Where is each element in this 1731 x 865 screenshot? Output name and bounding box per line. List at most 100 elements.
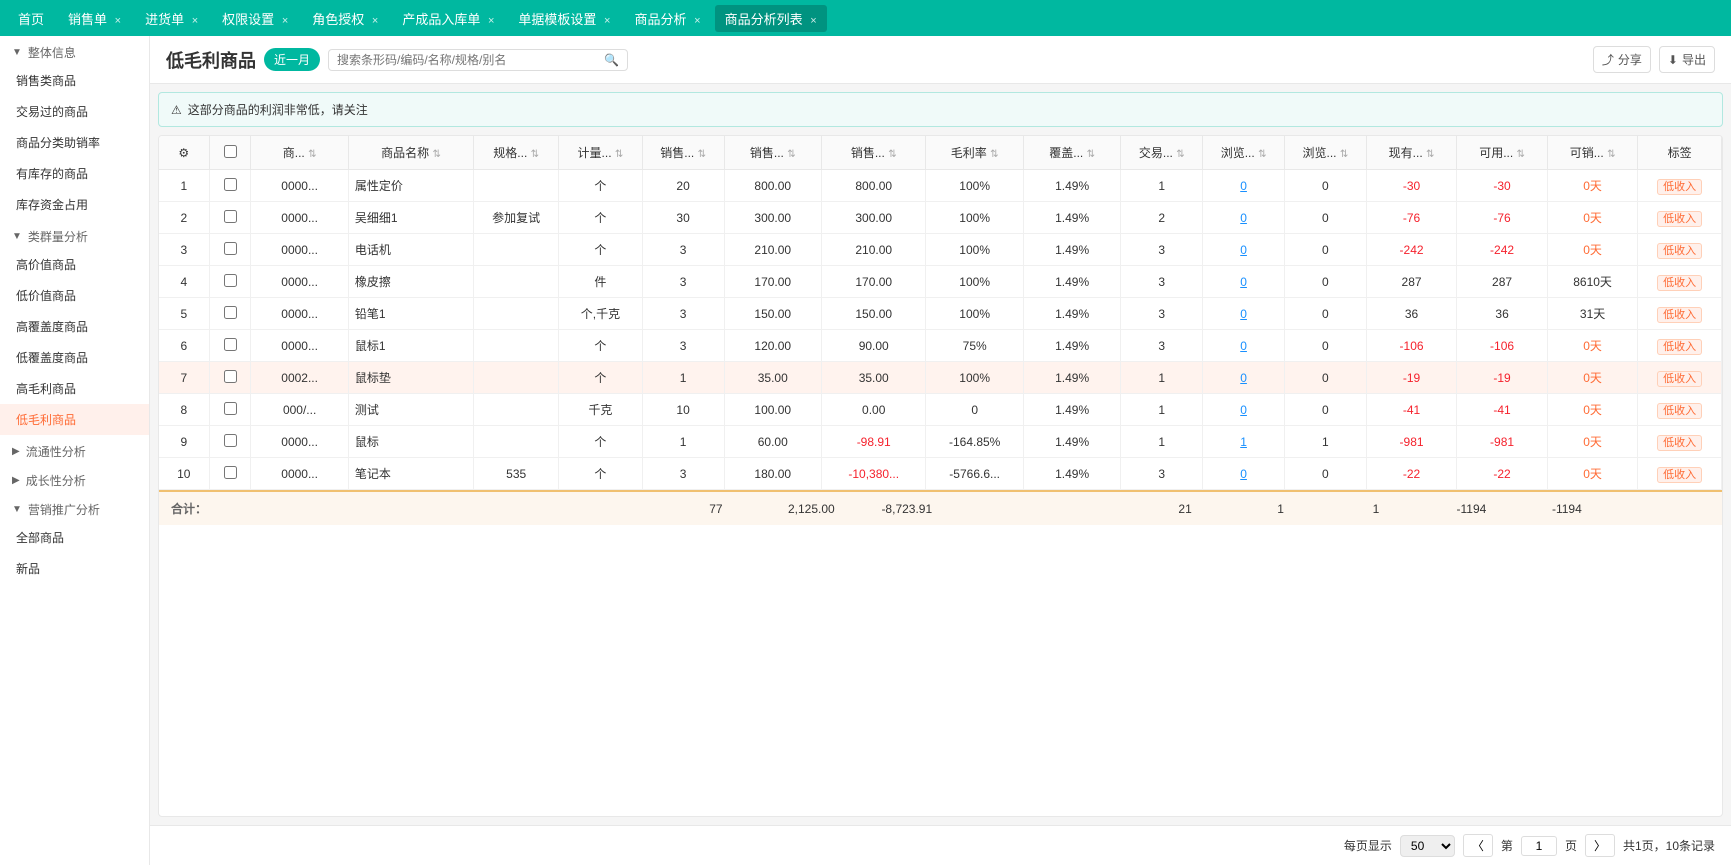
sidebar-item-low-coverage[interactable]: 低覆盖度商品 [0, 342, 149, 373]
row-checkbox[interactable] [209, 266, 251, 298]
sidebar-item-high-margin[interactable]: 高毛利商品 [0, 373, 149, 404]
col-spec[interactable]: 规格... ⇅ [474, 136, 559, 170]
row-spec [474, 298, 559, 330]
col-current[interactable]: 现有... ⇅ [1366, 136, 1457, 170]
row-checkbox[interactable] [209, 202, 251, 234]
col-trade-count[interactable]: 交易... ⇅ [1121, 136, 1203, 170]
table-row: 10 0000... 笔记本 535 个 3 180.00 -10,380...… [159, 458, 1722, 490]
row-checkbox[interactable] [209, 362, 251, 394]
row-views1[interactable]: 0 [1203, 202, 1285, 234]
close-icon[interactable]: × [810, 15, 816, 27]
date-filter-button[interactable]: 近一月 [264, 48, 320, 71]
row-coverage: 1.49% [1023, 298, 1120, 330]
close-icon[interactable]: × [282, 15, 288, 27]
row-checkbox[interactable] [209, 234, 251, 266]
page-size-select[interactable]: 50 100 [1400, 835, 1455, 857]
col-coverage[interactable]: 覆盖... ⇅ [1023, 136, 1120, 170]
close-icon[interactable]: × [604, 15, 610, 27]
col-settings[interactable]: ⚙ [159, 136, 209, 170]
close-icon[interactable]: × [694, 15, 700, 27]
row-select-checkbox[interactable] [224, 466, 237, 479]
export-button[interactable]: ⬇ 导出 [1659, 46, 1715, 73]
close-icon[interactable]: × [192, 15, 198, 27]
col-sales-price[interactable]: 销售... ⇅ [724, 136, 821, 170]
sidebar-item-stock-capital[interactable]: 库存资金占用 [0, 189, 149, 220]
row-select-checkbox[interactable] [224, 178, 237, 191]
row-name: 属性定价 [348, 170, 473, 202]
col-name[interactable]: 商品名称 ⇅ [348, 136, 473, 170]
nav-item-analysis-list[interactable]: 商品分析列表 × [715, 5, 827, 32]
row-select-checkbox[interactable] [224, 434, 237, 447]
sidebar-group-title-flow[interactable]: ▶ 流通性分析 [0, 435, 149, 464]
next-page-button[interactable]: 〉 [1585, 834, 1615, 857]
row-select-checkbox[interactable] [224, 242, 237, 255]
row-select-checkbox[interactable] [224, 338, 237, 351]
sidebar-item-high-coverage[interactable]: 高覆盖度商品 [0, 311, 149, 342]
row-select-checkbox[interactable] [224, 274, 237, 287]
row-views1[interactable]: 0 [1203, 330, 1285, 362]
col-unit[interactable]: 计量... ⇅ [559, 136, 643, 170]
close-icon[interactable]: × [372, 15, 378, 27]
row-views1[interactable]: 1 [1203, 426, 1285, 458]
nav-item-analysis[interactable]: 商品分析 × [624, 5, 710, 32]
col-views2[interactable]: 浏览... ⇅ [1284, 136, 1366, 170]
row-views1[interactable]: 0 [1203, 266, 1285, 298]
sidebar-item-traded-goods[interactable]: 交易过的商品 [0, 96, 149, 127]
col-checkbox[interactable] [209, 136, 251, 170]
col-available[interactable]: 可用... ⇅ [1457, 136, 1548, 170]
nav-item-products[interactable]: 产成品入库单 × [392, 5, 504, 32]
sidebar-item-category-rate[interactable]: 商品分类助销率 [0, 127, 149, 158]
sidebar-item-low-margin[interactable]: 低毛利商品 [0, 404, 149, 435]
row-current: 36 [1366, 298, 1457, 330]
sidebar-group-title-cluster[interactable]: ▼ 类群量分析 [0, 220, 149, 249]
row-select-checkbox[interactable] [224, 210, 237, 223]
row-views1[interactable]: 0 [1203, 458, 1285, 490]
share-button[interactable]: ⤴ 分享 [1593, 46, 1651, 73]
row-views1[interactable]: 0 [1203, 362, 1285, 394]
select-all-checkbox[interactable] [224, 145, 237, 158]
col-saleable[interactable]: 可销... ⇅ [1547, 136, 1638, 170]
row-checkbox[interactable] [209, 330, 251, 362]
sidebar-item-high-value[interactable]: 高价值商品 [0, 249, 149, 280]
close-icon[interactable]: × [115, 15, 121, 27]
sidebar-group-title-marketing[interactable]: ▼ 营销推广分析 [0, 493, 149, 522]
row-views1[interactable]: 0 [1203, 234, 1285, 266]
row-sales-amount: -98.91 [821, 426, 925, 458]
row-views1[interactable]: 0 [1203, 394, 1285, 426]
row-checkbox[interactable] [209, 170, 251, 202]
row-checkbox[interactable] [209, 298, 251, 330]
sidebar-group-title-growth[interactable]: ▶ 成长性分析 [0, 464, 149, 493]
row-views1[interactable]: 0 [1203, 298, 1285, 330]
row-checkbox[interactable] [209, 458, 251, 490]
sidebar-item-stock-goods[interactable]: 有库存的商品 [0, 158, 149, 189]
nav-item-permissions[interactable]: 权限设置 × [212, 5, 298, 32]
row-coverage: 1.49% [1023, 202, 1120, 234]
row-checkbox[interactable] [209, 394, 251, 426]
sidebar-item-sales-goods[interactable]: 销售类商品 [0, 65, 149, 96]
row-checkbox[interactable] [209, 426, 251, 458]
sidebar-item-all-goods[interactable]: 全部商品 [0, 522, 149, 553]
col-gross-rate[interactable]: 毛利率 ⇅ [926, 136, 1023, 170]
sidebar-item-low-value[interactable]: 低价值商品 [0, 280, 149, 311]
sidebar-item-new-goods[interactable]: 新品 [0, 553, 149, 584]
nav-item-purchase[interactable]: 进货单 × [135, 5, 208, 32]
row-views1[interactable]: 0 [1203, 170, 1285, 202]
nav-item-sales[interactable]: 销售单 × [58, 5, 131, 32]
prev-page-button[interactable]: 〈 [1463, 834, 1493, 857]
close-icon[interactable]: × [488, 15, 494, 27]
row-select-checkbox[interactable] [224, 402, 237, 415]
sidebar-group-title-overall[interactable]: ▼ 整体信息 [0, 36, 149, 65]
page-number-input[interactable] [1521, 836, 1557, 856]
search-box[interactable]: 🔍 [328, 49, 628, 71]
nav-item-roles[interactable]: 角色授权 × [302, 5, 388, 32]
col-sales-amount[interactable]: 销售... ⇅ [821, 136, 925, 170]
col-sales-qty[interactable]: 销售... ⇅ [642, 136, 724, 170]
search-icon[interactable]: 🔍 [604, 53, 619, 67]
row-select-checkbox[interactable] [224, 306, 237, 319]
search-input[interactable] [337, 53, 604, 67]
row-select-checkbox[interactable] [224, 370, 237, 383]
col-code[interactable]: 商... ⇅ [251, 136, 348, 170]
col-views1[interactable]: 浏览... ⇅ [1203, 136, 1285, 170]
nav-item-home[interactable]: 首页 [8, 5, 54, 32]
nav-item-templates[interactable]: 单据模板设置 × [508, 5, 620, 32]
